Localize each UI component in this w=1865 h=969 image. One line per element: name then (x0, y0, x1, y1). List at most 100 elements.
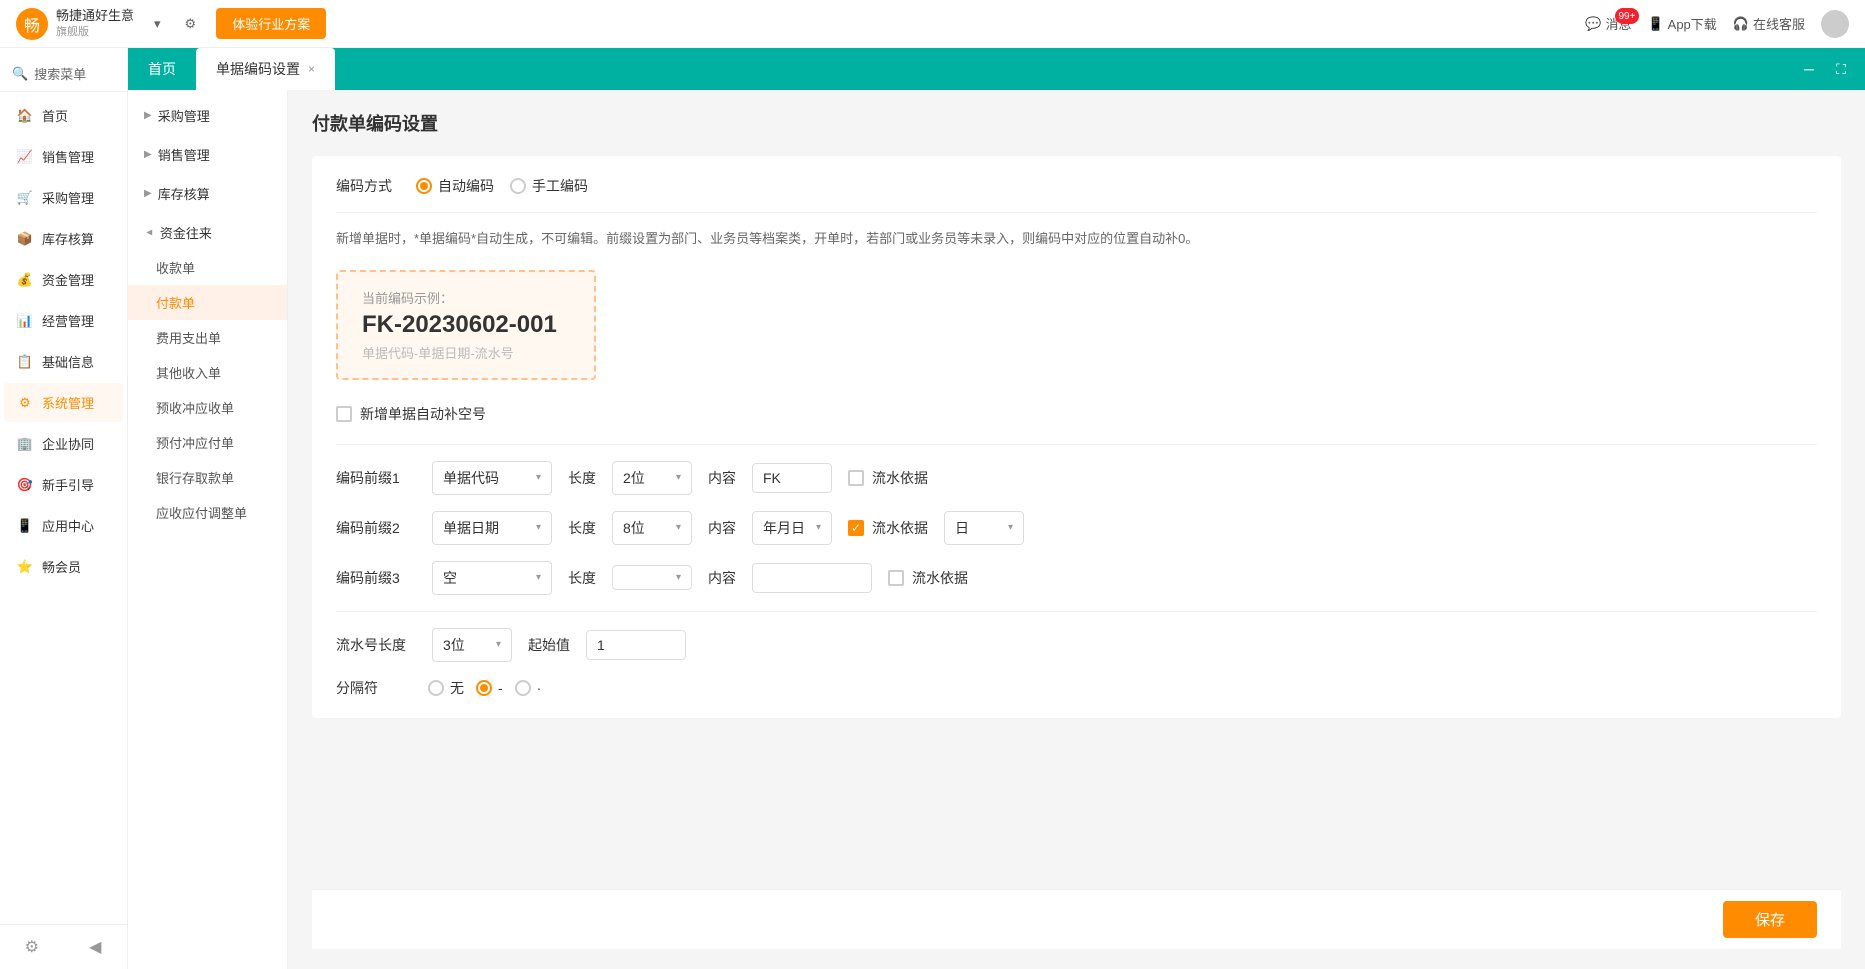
sidebar-item-label: 畅会员 (42, 557, 81, 576)
sidebar-item-fund[interactable]: 💰 资金管理 (4, 260, 123, 299)
submenu-item-label: 收款单 (156, 261, 195, 276)
prefix2-arrow-icon: ▾ (536, 522, 541, 533)
online-service-button[interactable]: 🎧 在线客服 (1733, 14, 1805, 33)
prefix3-length-select[interactable]: ▾ (612, 565, 692, 590)
sidebar-item-member[interactable]: ⭐ 畅会员 (4, 547, 123, 586)
prefix1-select[interactable]: 单据代码 ▾ (432, 461, 552, 495)
submenu-item-income[interactable]: 其他收入单 (128, 355, 287, 390)
submenu-item-label: 费用支出单 (156, 331, 221, 346)
submenu-group-title-sales[interactable]: ▶ 销售管理 (128, 137, 287, 172)
submenu-item-bank[interactable]: 银行存取款单 (128, 460, 287, 495)
message-button[interactable]: 💬 消息 99+ (1585, 14, 1631, 33)
sep-dot-radio[interactable]: · (515, 680, 542, 696)
sidebar-item-label: 新手引导 (42, 475, 94, 494)
submenu-item-payment[interactable]: 付款单 (128, 285, 287, 320)
arrow-icon: ▶ (144, 188, 152, 199)
prefix3-serial-checkbox[interactable] (888, 570, 904, 586)
submenu-item-prepay-payable[interactable]: 预付冲应付单 (128, 425, 287, 460)
sep-dash-radio[interactable]: - (476, 680, 503, 696)
sidebar-item-label: 基础信息 (42, 352, 94, 371)
prefix2-serial-group: ✓ 流水依据 (848, 518, 928, 538)
submenu-group-label: 销售管理 (158, 145, 210, 164)
tab-minimize-btn[interactable]: ─ (1797, 57, 1821, 81)
sidebar-item-home[interactable]: 🏠 首页 (4, 96, 123, 135)
arrow-icon: ▶ (144, 110, 152, 121)
app-download-button[interactable]: 📱 App下载 (1647, 14, 1716, 33)
prefix3-content-input[interactable] (752, 563, 872, 593)
submenu-group-title-inventory[interactable]: ▶ 库存核算 (128, 176, 287, 211)
tab-home[interactable]: 首页 (128, 48, 196, 90)
submenu-group-title-purchase[interactable]: ▶ 采购管理 (128, 98, 287, 133)
prefix3-select[interactable]: 空 ▾ (432, 561, 552, 595)
submenu-group-inventory: ▶ 库存核算 (128, 176, 287, 211)
prefix2-serial-unit-arrow: ▾ (1008, 522, 1013, 533)
message-badge: 99+ (1615, 8, 1640, 24)
prefix3-label: 编码前缀3 (336, 568, 416, 588)
top-bar-right: 💬 消息 99+ 📱 App下载 🎧 在线客服 (1585, 10, 1849, 38)
serial-length-value: 3位 (443, 635, 465, 655)
sidebar-item-system[interactable]: ⚙ 系统管理 (4, 383, 123, 422)
settings-nav[interactable]: ⚙ (177, 12, 205, 36)
sidebar-collapse-btn[interactable]: ◀ (81, 933, 109, 961)
sidebar-item-inventory[interactable]: 📦 库存核算 (4, 219, 123, 258)
sidebar-item-apps[interactable]: 📱 应用中心 (4, 506, 123, 545)
dropdown-nav[interactable]: ▾ (146, 12, 169, 36)
submenu-item-prepay-receivable[interactable]: 预收冲应收单 (128, 390, 287, 425)
sidebar-bottom: ⚙ ◀ (0, 924, 127, 969)
sidebar-item-purchase[interactable]: 🛒 采购管理 (4, 178, 123, 217)
sep-dash-circle[interactable] (476, 680, 492, 696)
auto-code-radio-circle[interactable] (416, 178, 432, 194)
member-icon: ⭐ (16, 558, 34, 576)
sep-none-radio[interactable]: 无 (428, 678, 464, 698)
prefix1-serial-label: 流水依据 (872, 468, 928, 488)
manual-code-radio[interactable]: 手工编码 (510, 176, 588, 196)
sep-dot-circle[interactable] (515, 680, 531, 696)
auto-fill-row: 新增单据自动补空号 (336, 404, 1817, 424)
prefix2-serial-checkbox[interactable]: ✓ (848, 520, 864, 536)
user-avatar[interactable] (1821, 10, 1849, 38)
auto-code-radio[interactable]: 自动编码 (416, 176, 494, 196)
prefix3-serial-group: 流水依据 (888, 568, 968, 588)
tab-close-icon[interactable]: × (308, 62, 315, 76)
prefix2-serial-unit-select[interactable]: 日 ▾ (944, 511, 1024, 545)
prefix2-length-arrow: ▾ (676, 522, 681, 533)
logo-badge: 旗舰版 (56, 23, 134, 39)
trial-button[interactable]: 体验行业方案 (216, 8, 326, 39)
tab-maximize-btn[interactable]: ⛶ (1829, 57, 1853, 81)
sidebar-item-operation[interactable]: 📊 经营管理 (4, 301, 123, 340)
manual-code-label: 手工编码 (532, 176, 588, 196)
prefix1-content-input[interactable] (752, 463, 832, 493)
sidebar-item-basic[interactable]: 📋 基础信息 (4, 342, 123, 381)
prefix1-length-select[interactable]: 2位 ▾ (612, 461, 692, 495)
prefix1-serial-checkbox[interactable] (848, 470, 864, 486)
auto-fill-checkbox[interactable] (336, 406, 352, 422)
sidebar-search[interactable]: 🔍 搜索菜单 (0, 56, 127, 92)
prefix2-label: 编码前缀2 (336, 518, 416, 538)
prefix2-select[interactable]: 单据日期 ▾ (432, 511, 552, 545)
top-bar: 畅 畅捷通好生意 旗舰版 ▾ ⚙ 体验行业方案 💬 消息 99+ 📱 App下载 (0, 0, 1865, 48)
prefix2-serial-unit: 日 (955, 518, 969, 538)
submenu-item-receipt[interactable]: 收款单 (128, 250, 287, 285)
prefix3-arrow-icon: ▾ (536, 572, 541, 583)
serial-length-row: 流水号长度 3位 ▾ 起始值 (336, 628, 1817, 662)
submenu-item-ap-adjust[interactable]: 应收应付调整单 (128, 495, 287, 530)
coding-method-row: 编码方式 自动编码 手工编码 (336, 176, 1817, 213)
sidebar-item-label: 采购管理 (42, 188, 94, 207)
auto-fill-label: 新增单据自动补空号 (360, 404, 486, 424)
submenu-group-title-fund[interactable]: ▼ 资金往来 (128, 215, 287, 250)
save-button[interactable]: 保存 (1723, 901, 1817, 938)
tab-active[interactable]: 单据编码设置 × (196, 48, 335, 90)
sidebar-item-sales[interactable]: 📈 销售管理 (4, 137, 123, 176)
sep-none-circle[interactable] (428, 680, 444, 696)
serial-length-select[interactable]: 3位 ▾ (432, 628, 512, 662)
prefix2-length-select[interactable]: 8位 ▾ (612, 511, 692, 545)
tab-active-label: 单据编码设置 (216, 59, 300, 79)
start-value-input[interactable] (586, 630, 686, 660)
manual-code-radio-circle[interactable] (510, 178, 526, 194)
sidebar-settings-btn[interactable]: ⚙ (18, 933, 46, 961)
prefix3-value: 空 (443, 568, 457, 588)
submenu-item-expense[interactable]: 费用支出单 (128, 320, 287, 355)
sidebar-item-guide[interactable]: 🎯 新手引导 (4, 465, 123, 504)
sidebar-item-company[interactable]: 🏢 企业协同 (4, 424, 123, 463)
prefix2-content-select[interactable]: 年月日 ▾ (752, 511, 832, 545)
